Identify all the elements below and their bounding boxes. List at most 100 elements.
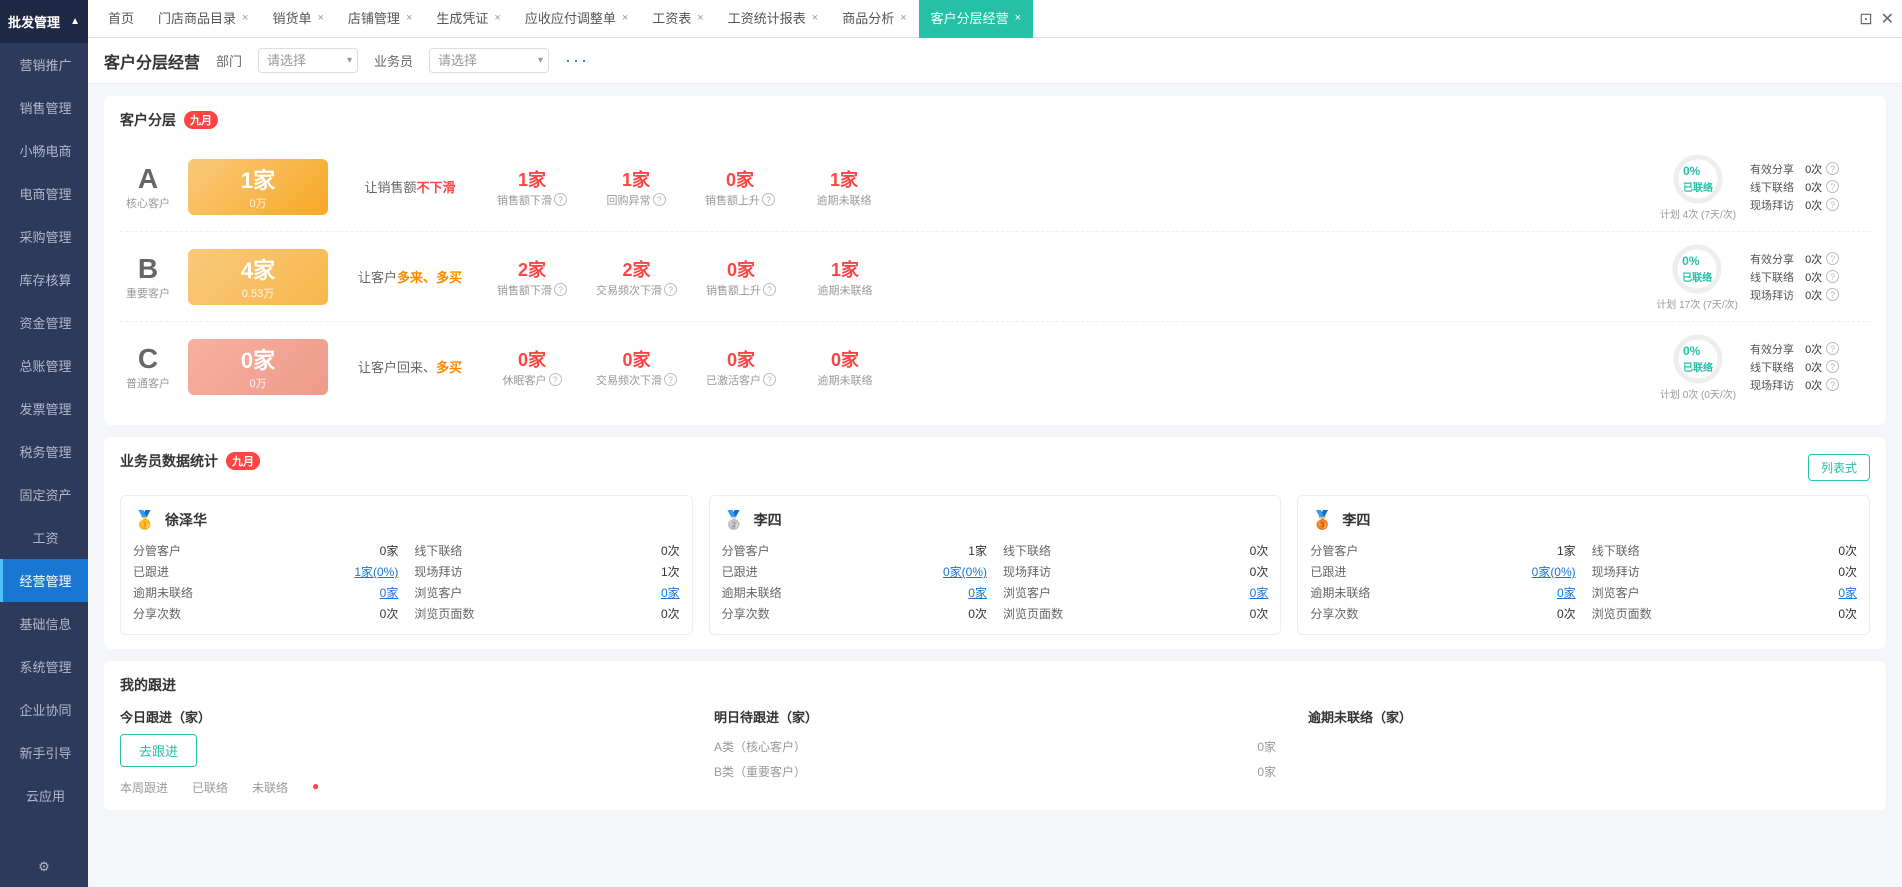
tier-b-stat-1[interactable]: 2家 交易频次下滑?: [596, 256, 677, 298]
info-icon[interactable]: ?: [1826, 342, 1839, 355]
sidebar-item-gz[interactable]: 工资: [0, 516, 88, 559]
follow-section: 我的跟进 今日跟进（家） 去跟进 本周跟进 已联络 未联络 ● 明日待: [104, 661, 1886, 810]
info-icon[interactable]: ?: [664, 283, 677, 296]
info-icon[interactable]: ?: [763, 373, 776, 386]
tier-a-stats: 1家 销售额下滑? 1家 回购异常? 0家 销售额上升? 1家 逾期未联络: [492, 166, 1646, 208]
info-icon[interactable]: ?: [1826, 378, 1839, 391]
staff-stat-row: 逾期未联络 0家: [133, 584, 398, 601]
tab-sales-order[interactable]: 销货单×: [260, 0, 335, 38]
tab-home[interactable]: 首页: [96, 0, 146, 38]
info-icon[interactable]: ?: [1826, 270, 1839, 283]
info-icon[interactable]: ?: [763, 283, 776, 296]
sidebar-item-xsgl[interactable]: 销售管理: [0, 86, 88, 129]
close-icon[interactable]: ×: [697, 12, 703, 24]
tier-stat-0[interactable]: 1家 销售额下滑?: [492, 166, 572, 208]
info-icon[interactable]: ?: [1826, 180, 1839, 193]
tier-c-stat-3[interactable]: 0家 逾期未联络: [805, 346, 885, 388]
list-view-btn[interactable]: 列表式: [1808, 454, 1870, 481]
close-icon[interactable]: ×: [622, 12, 628, 24]
tier-c-stat-2[interactable]: 0家 已激活客户?: [701, 346, 781, 388]
tier-stat-2[interactable]: 0家 销售额上升?: [700, 166, 780, 208]
sidebar-item-gdzc[interactable]: 固定资产: [0, 473, 88, 516]
close-icon[interactable]: ×: [812, 12, 818, 24]
info-icon[interactable]: ?: [549, 373, 562, 386]
info-icon[interactable]: ?: [664, 373, 677, 386]
sidebar-item-jcxx[interactable]: 基础信息: [0, 602, 88, 645]
sidebar-toggle-icon[interactable]: ▲: [70, 16, 80, 27]
overdue-col: 逾期未联络（家）: [1308, 707, 1870, 734]
close-icon[interactable]: ×: [317, 12, 323, 24]
tier-b-stat-2[interactable]: 0家 销售额上升?: [701, 256, 781, 298]
sidebar-item-xsyd[interactable]: 新手引导: [0, 731, 88, 774]
tier-b-count-box[interactable]: 4家 0.53万: [188, 249, 328, 305]
tab-payroll[interactable]: 工资表×: [640, 0, 715, 38]
info-icon[interactable]: ?: [554, 283, 567, 296]
follow-grid: 今日跟进（家） 去跟进 本周跟进 已联络 未联络 ● 明日待跟进（家）: [120, 707, 1870, 796]
staff-name-1: 李四: [754, 510, 782, 530]
info-icon[interactable]: ?: [1826, 162, 1839, 175]
tab-payable[interactable]: 应收应付调整单×: [513, 0, 640, 38]
info-icon[interactable]: ?: [1826, 252, 1839, 265]
tier-c-count-box[interactable]: 0家 0万: [188, 339, 328, 395]
staff-select[interactable]: 请选择: [429, 48, 549, 73]
tab-actions: ⊡ ✕: [1859, 9, 1894, 29]
tab-payroll-report[interactable]: 工资统计报表×: [716, 0, 830, 38]
sidebar-item-zz[interactable]: 总账管理: [0, 344, 88, 387]
close-icon[interactable]: ×: [1015, 12, 1021, 24]
close-icon[interactable]: ×: [900, 12, 906, 24]
tab-customer-tier[interactable]: 客户分层经营×: [919, 0, 1033, 38]
tier-row-b: B 重要客户 4家 0.53万 让客户多来、多买 2家 销售额下滑? 2家: [120, 232, 1870, 322]
sidebar-item-zjgl[interactable]: 资金管理: [0, 301, 88, 344]
tier-stat-3[interactable]: 1家 逾期未联络: [804, 166, 884, 208]
tab-close-icon[interactable]: ✕: [1881, 9, 1894, 29]
medal-icon-1: 🥈: [722, 508, 746, 532]
sidebar-item-dsgla[interactable]: 电商管理: [0, 172, 88, 215]
info-icon[interactable]: ?: [762, 193, 775, 206]
dept-select[interactable]: 请选择: [258, 48, 358, 73]
close-icon[interactable]: ×: [494, 12, 500, 24]
sidebar-item-yxjt[interactable]: 营销推广: [0, 43, 88, 86]
go-follow-btn[interactable]: 去跟进: [120, 734, 197, 767]
tab-store-products[interactable]: 门店商品目录×: [146, 0, 260, 38]
info-icon[interactable]: ?: [1826, 288, 1839, 301]
sidebar-item-sw[interactable]: 税务管理: [0, 430, 88, 473]
tier-c-stat-0[interactable]: 0家 休眠客户?: [492, 346, 572, 388]
sidebar-settings[interactable]: ⚙: [0, 847, 88, 887]
sidebar-header[interactable]: 批发管理 ▲: [0, 0, 88, 43]
info-icon[interactable]: ?: [1826, 360, 1839, 373]
tab-bar: 首页 门店商品目录× 销货单× 店铺管理× 生成凭证× 应收应付调整单× 工资表…: [88, 0, 1902, 38]
staff-name-0: 徐泽华: [165, 510, 207, 530]
page-header: 客户分层经营 部门 请选择 业务员 请选择 ···: [88, 38, 1902, 84]
sidebar-item-qyxt[interactable]: 企业协同: [0, 688, 88, 731]
staff-grid: 🥇 徐泽华 分管客户 0家 线下联络 0次 已跟进: [120, 495, 1870, 635]
tier-stat-1[interactable]: 1家 回购异常?: [596, 166, 676, 208]
staff-stat-row: 已跟进 1家(0%): [133, 563, 398, 580]
tab-voucher[interactable]: 生成凭证×: [424, 0, 512, 38]
close-icon[interactable]: ×: [406, 12, 412, 24]
tier-c-stat-1[interactable]: 0家 交易频次下滑?: [596, 346, 677, 388]
info-icon[interactable]: ?: [653, 193, 666, 206]
sidebar-item-xcdsc[interactable]: 小畅电商: [0, 129, 88, 172]
tier-b-stat-3[interactable]: 1家 逾期未联络: [805, 256, 885, 298]
tier-a-count-box[interactable]: 1家 0万: [188, 159, 328, 215]
tier-b-right-stats: 有效分享 0次? 线下联络 0次? 现场拜访 0次?: [1750, 251, 1870, 303]
sidebar-item-jygl[interactable]: 经营管理: [0, 559, 88, 602]
close-icon[interactable]: ×: [242, 12, 248, 24]
customer-tier-section: 客户分层 九月 A 核心客户 1家 0万 让销售额不下滑 1家: [104, 96, 1886, 425]
sidebar-item-yy[interactable]: 云应用: [0, 774, 88, 817]
info-icon[interactable]: ?: [1826, 198, 1839, 211]
tier-b-stat-0[interactable]: 2家 销售额下滑?: [492, 256, 572, 298]
tab-expand-icon[interactable]: ⊡: [1859, 9, 1872, 29]
staff-header-2: 🥉 李四: [1310, 508, 1857, 532]
sidebar-item-kch[interactable]: 库存核算: [0, 258, 88, 301]
staff-name-2: 李四: [1342, 510, 1370, 530]
filter-more-btn[interactable]: ···: [565, 50, 589, 71]
dept-filter-wrap: 请选择: [258, 48, 358, 73]
sidebar-item-xtgl[interactable]: 系统管理: [0, 645, 88, 688]
sidebar-item-cg[interactable]: 采购管理: [0, 215, 88, 258]
sidebar-item-fp[interactable]: 发票管理: [0, 387, 88, 430]
info-icon[interactable]: ?: [554, 193, 567, 206]
tab-product-analysis[interactable]: 商品分析×: [830, 0, 918, 38]
tab-store-manage[interactable]: 店铺管理×: [336, 0, 424, 38]
staff-card-0: 🥇 徐泽华 分管客户 0家 线下联络 0次 已跟进: [120, 495, 693, 635]
